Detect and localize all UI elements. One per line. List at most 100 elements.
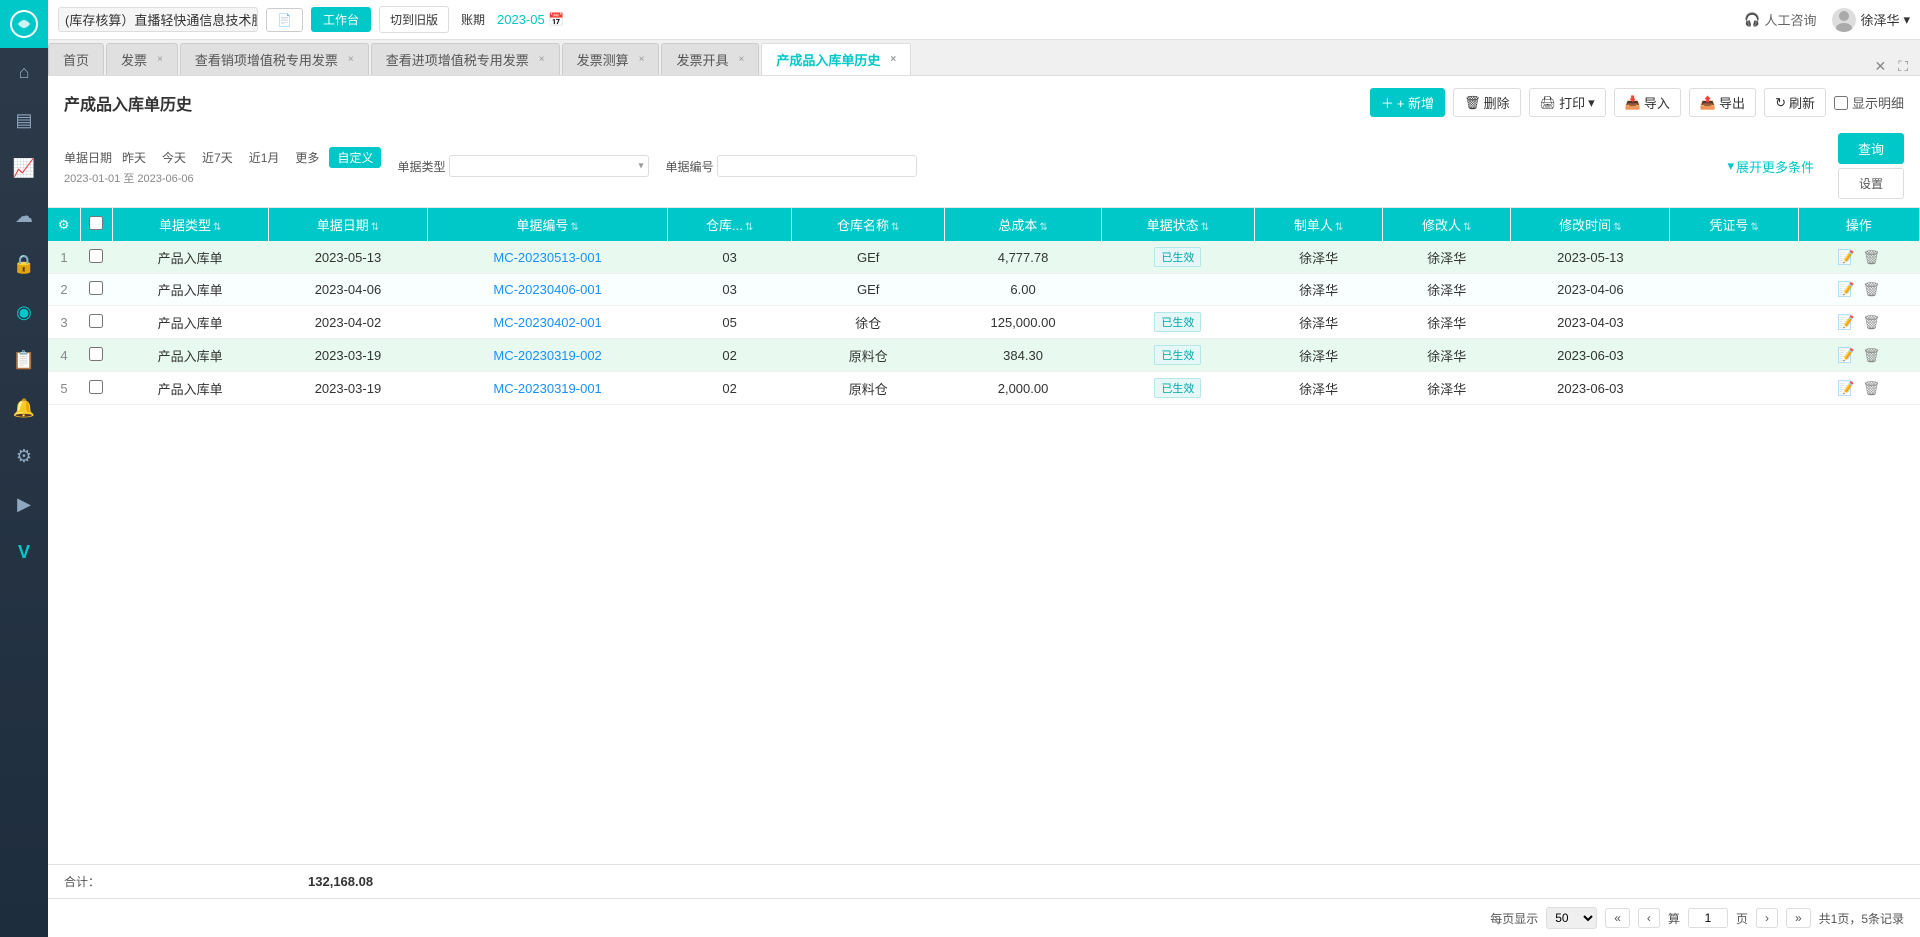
tab-home[interactable]: 首页 — [48, 43, 104, 75]
close-icon[interactable]: × — [639, 54, 645, 65]
edit-row-button[interactable]: 📝 — [1835, 380, 1856, 397]
col-header-date[interactable]: 单据日期⇅ — [268, 208, 427, 241]
company-select[interactable]: (库存核算）直播轻快通信息技术股份... ▾ — [58, 7, 258, 32]
col-header-creator[interactable]: 制单人⇅ — [1255, 208, 1383, 241]
new-button[interactable]: ＋ + 新增 — [1370, 88, 1445, 117]
settings-col-header[interactable]: ⚙ — [48, 208, 80, 241]
close-icon[interactable]: × — [348, 54, 354, 65]
row-checkbox-cell[interactable] — [80, 306, 112, 339]
row-checkbox[interactable] — [89, 249, 103, 263]
print-button[interactable]: 🖨 打印 ▾ — [1529, 88, 1606, 117]
row-code[interactable]: MC-20230513-001 — [428, 241, 668, 274]
sidebar-item-v[interactable]: V — [0, 528, 48, 576]
row-checkbox-cell[interactable] — [80, 339, 112, 372]
user-service[interactable]: 🎧 人工咨询 — [1744, 10, 1816, 29]
delete-row-button[interactable]: 🗑 — [1860, 380, 1882, 397]
refresh-button[interactable]: ↻ 刷新 — [1764, 88, 1826, 117]
next-page-button[interactable]: › — [1756, 908, 1778, 928]
switch-old-button[interactable]: 切到旧版 — [379, 6, 449, 33]
maximize-tab-button[interactable]: ⛶ — [1894, 58, 1912, 75]
col-header-voucher[interactable]: 凭证号⇅ — [1670, 208, 1798, 241]
sidebar-item-bell[interactable]: 🔔 — [0, 384, 48, 432]
sidebar-item-settings[interactable]: ⚙ — [0, 432, 48, 480]
edit-row-button[interactable]: 📝 — [1835, 347, 1856, 364]
row-wh-code: 03 — [668, 241, 792, 274]
sidebar-item-circle[interactable]: ◉ — [0, 288, 48, 336]
num-filter-input[interactable] — [717, 155, 917, 177]
row-code[interactable]: MC-20230402-001 — [428, 306, 668, 339]
close-icon[interactable]: × — [890, 54, 896, 65]
per-page-select[interactable]: 50 100 200 — [1546, 907, 1597, 929]
status-badge: 已生效 — [1154, 312, 1201, 332]
delete-row-button[interactable]: 🗑 — [1860, 347, 1882, 364]
date-btn-custom[interactable]: 自定义 — [329, 147, 381, 168]
row-checkbox-cell[interactable] — [80, 372, 112, 405]
sidebar-item-analytics[interactable]: 📈 — [0, 144, 48, 192]
first-page-button[interactable]: « — [1605, 908, 1630, 928]
row-code[interactable]: MC-20230319-002 — [428, 339, 668, 372]
tab-invoice-open[interactable]: 发票开具× — [661, 43, 759, 75]
col-header-modifier[interactable]: 修改人⇅ — [1383, 208, 1511, 241]
col-header-wh-name[interactable]: 仓库名称⇅ — [792, 208, 945, 241]
row-code[interactable]: MC-20230319-001 — [428, 372, 668, 405]
tab-check-sales[interactable]: 查看销项增值税专用发票× — [180, 43, 369, 75]
close-icon[interactable]: × — [738, 54, 744, 65]
sidebar-item-play[interactable]: ▶ — [0, 480, 48, 528]
row-checkbox-cell[interactable] — [80, 274, 112, 306]
prev-page-button[interactable]: ‹ — [1638, 908, 1660, 928]
edit-row-button[interactable]: 📝 — [1835, 249, 1856, 266]
date-btn-more[interactable]: 更多 — [289, 147, 325, 168]
edit-row-button[interactable]: 📝 — [1835, 314, 1856, 331]
import-button[interactable]: 📥 导入 — [1614, 88, 1681, 117]
col-header-modify-time[interactable]: 修改时间⇅ — [1511, 208, 1670, 241]
col-header-cost[interactable]: 总成本⇅ — [945, 208, 1101, 241]
checkbox-col-header[interactable] — [80, 208, 112, 241]
doc-icon-btn[interactable]: 📄 — [266, 8, 303, 32]
workbench-button[interactable]: 工作台 — [311, 7, 371, 32]
tab-product-inbound[interactable]: 产成品入库单历史× — [761, 43, 911, 75]
row-checkbox-cell[interactable] — [80, 241, 112, 274]
date-btn-today[interactable]: 今天 — [156, 147, 192, 168]
row-checkbox[interactable] — [89, 347, 103, 361]
col-header-wh-code[interactable]: 仓库...⇅ — [668, 208, 792, 241]
row-code[interactable]: MC-20230406-001 — [428, 274, 668, 306]
date-btn-yesterday[interactable]: 昨天 — [116, 147, 152, 168]
close-tab-button[interactable]: ✕ — [1870, 58, 1890, 75]
close-icon[interactable]: × — [157, 54, 163, 65]
export-button[interactable]: 📤 导出 — [1689, 88, 1756, 117]
query-button[interactable]: 查询 — [1838, 133, 1904, 164]
select-all-checkbox[interactable] — [89, 216, 103, 230]
page-number-input[interactable] — [1688, 908, 1728, 928]
col-header-type[interactable]: 单据类型⇅ — [112, 208, 268, 241]
edit-row-button[interactable]: 📝 — [1835, 281, 1856, 298]
delete-button[interactable]: 🗑 删除 — [1453, 88, 1521, 117]
col-header-code[interactable]: 单据编号⇅ — [428, 208, 668, 241]
sidebar-item-home[interactable]: ⌂ — [0, 48, 48, 96]
col-header-status[interactable]: 单据状态⇅ — [1101, 208, 1254, 241]
period-value[interactable]: 2023-05 📅 — [497, 12, 564, 28]
tab-check-purchase[interactable]: 查看进项增值税专用发票× — [371, 43, 560, 75]
row-checkbox[interactable] — [89, 281, 103, 295]
sidebar-item-docs[interactable]: ▤ — [0, 96, 48, 144]
close-icon[interactable]: × — [539, 54, 545, 65]
show-detail-checkbox[interactable] — [1834, 96, 1848, 110]
date-btn-7days[interactable]: 近7天 — [196, 147, 239, 168]
tab-invoice[interactable]: 发票× — [106, 43, 178, 75]
last-page-button[interactable]: » — [1786, 908, 1811, 928]
delete-row-button[interactable]: 🗑 — [1860, 314, 1882, 331]
tab-invoice-calc[interactable]: 发票测算× — [562, 43, 660, 75]
sidebar-item-cloud[interactable]: ☁ — [0, 192, 48, 240]
show-detail-checkbox-label[interactable]: 显示明细 — [1834, 93, 1904, 112]
type-select[interactable] — [449, 155, 649, 177]
sidebar-item-lock[interactable]: 🔒 — [0, 240, 48, 288]
delete-row-button[interactable]: 🗑 — [1860, 249, 1882, 266]
sidebar-item-clipboard[interactable]: 📋 — [0, 336, 48, 384]
expand-filter-btn[interactable]: ▾ 展开更多条件 — [1727, 157, 1814, 176]
row-checkbox[interactable] — [89, 380, 103, 394]
row-cost: 384.30 — [945, 339, 1101, 372]
delete-row-button[interactable]: 🗑 — [1860, 281, 1882, 298]
date-btn-1month[interactable]: 近1月 — [243, 147, 286, 168]
row-checkbox[interactable] — [89, 314, 103, 328]
set-button[interactable]: 设置 — [1838, 168, 1904, 199]
user-avatar-area[interactable]: 徐泽华 ▾ — [1832, 8, 1910, 32]
